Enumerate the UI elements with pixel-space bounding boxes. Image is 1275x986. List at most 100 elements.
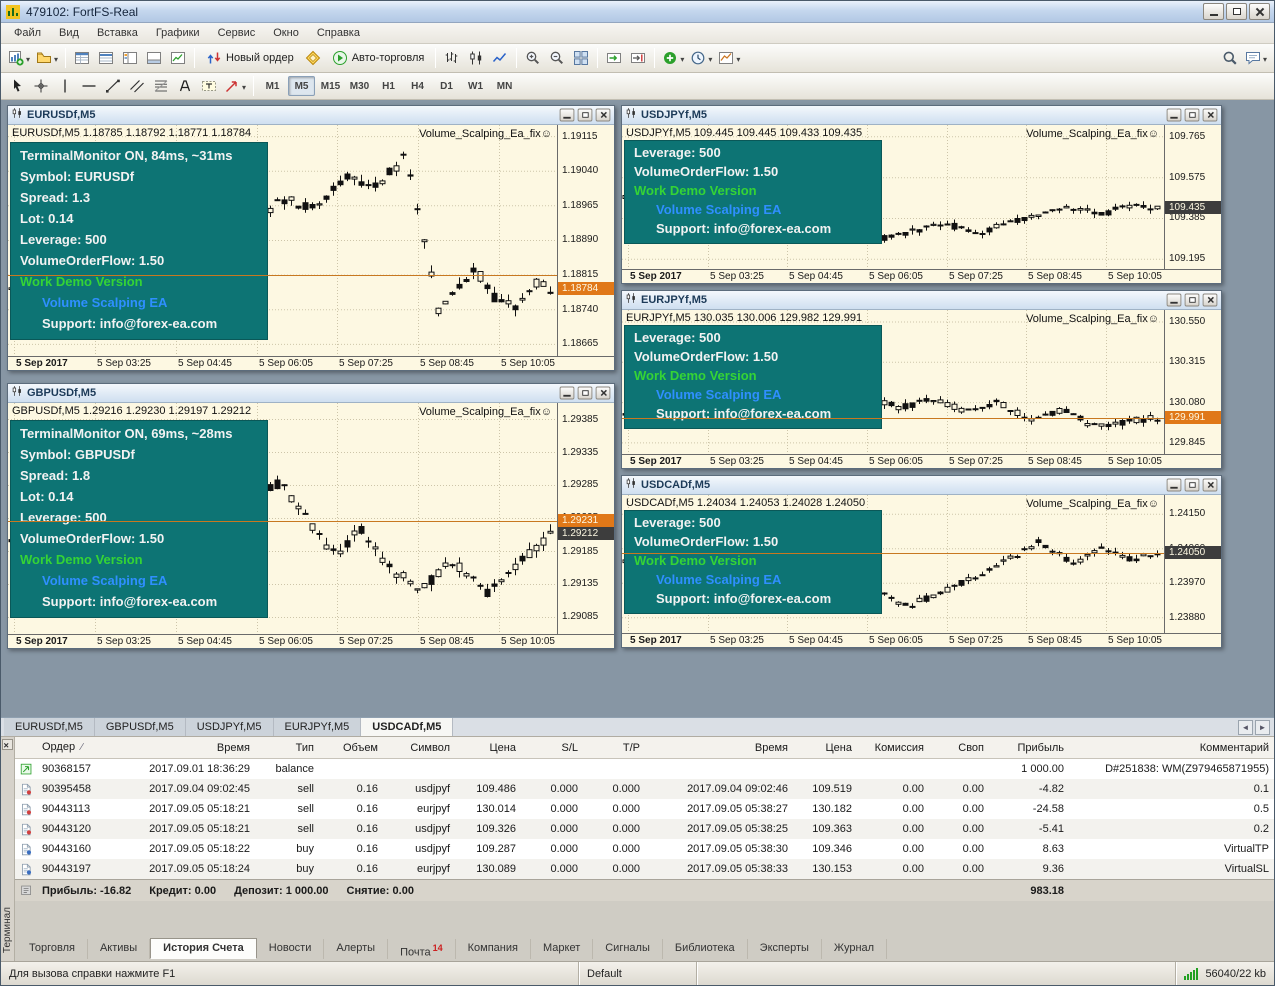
time-scale[interactable]: 5 Sep 2017 5 Sep 03:25 5 Sep 04:45 5 Sep 06… xyxy=(8,634,614,648)
arrows-button[interactable] xyxy=(221,74,249,98)
scroll-left-icon[interactable] xyxy=(1238,719,1253,735)
terminal-tab-11[interactable]: Журнал xyxy=(822,939,888,959)
auto-trading-button[interactable]: Авто-торговля xyxy=(325,46,432,70)
search-button[interactable] xyxy=(1218,46,1242,70)
history-row[interactable]: 90395458 2017.09.04 09:02:45 sell 0.16 usdjp… xyxy=(15,779,1274,799)
navigator-button[interactable] xyxy=(118,46,142,70)
chart-tab-3[interactable]: EURJPYf,M5 xyxy=(273,718,362,736)
chart-close-button[interactable] xyxy=(1202,293,1218,307)
strategy-tester-button[interactable] xyxy=(166,46,190,70)
history-row[interactable]: 90443197 2017.09.05 05:18:24 buy 0.16 eurjpy… xyxy=(15,859,1274,879)
chart-candles-button[interactable] xyxy=(464,46,488,70)
history-row[interactable]: 90443160 2017.09.05 05:18:22 buy 0.16 usdjpy… xyxy=(15,839,1274,859)
chart-shift-button[interactable] xyxy=(626,46,650,70)
chart-restore-button[interactable] xyxy=(1184,108,1200,122)
timeframe-m1[interactable]: M1 xyxy=(259,76,286,96)
data-window-button[interactable] xyxy=(94,46,118,70)
chart-tab-2[interactable]: USDJPYf,M5 xyxy=(185,718,274,736)
horizontal-line-button[interactable] xyxy=(77,74,101,98)
terminal-tab-10[interactable]: Эксперты xyxy=(748,939,822,959)
menu-item-0[interactable]: Файл xyxy=(5,25,50,41)
timeframe-m15[interactable]: M15 xyxy=(317,76,344,96)
chart-minimize-button[interactable] xyxy=(559,108,575,122)
timeframe-m30[interactable]: M30 xyxy=(346,76,373,96)
chart-window-titlebar[interactable]: GBPUSDf,M5 xyxy=(8,384,614,403)
chart-close-button[interactable] xyxy=(1202,108,1218,122)
timeframe-h4[interactable]: H4 xyxy=(404,76,431,96)
chat-button[interactable] xyxy=(1242,46,1270,70)
profiles-button[interactable] xyxy=(33,46,61,70)
history-row[interactable]: 90443113 2017.09.05 05:18:21 sell 0.16 eurjp… xyxy=(15,799,1274,819)
chart-tab-0[interactable]: EURUSDf,M5 xyxy=(4,718,95,736)
status-profile-selector[interactable]: Default xyxy=(579,962,697,985)
timeframe-m5[interactable]: M5 xyxy=(288,76,316,96)
column-header-12[interactable]: Прибыль xyxy=(989,738,1069,758)
price-scale[interactable]: 109.765 109.575 109.385 109.195 109.435 xyxy=(1165,125,1221,269)
metaeditor-button[interactable] xyxy=(301,46,325,70)
terminal-tab-1[interactable]: Активы xyxy=(88,939,151,959)
terminal-tab-6[interactable]: Компания xyxy=(456,939,531,959)
price-scale[interactable]: 1.293851.293351.292851.292351.291851.291… xyxy=(558,403,614,634)
fibonacci-button[interactable] xyxy=(149,74,173,98)
column-header-0[interactable]: Ордер xyxy=(37,737,119,758)
chart-tab-4[interactable]: USDCADf,M5 xyxy=(361,718,454,736)
price-scale[interactable]: 130.550 130.315 130.080 129.845 129.991 xyxy=(1165,310,1221,454)
price-scale[interactable]: 1.241501.240601.239701.238801.24050 xyxy=(1165,495,1221,633)
chart-plot-gbpusd[interactable]: GBPUSDf,M5 1.29216 1.29230 1.29197 1.292… xyxy=(8,403,558,634)
zoom-out-button[interactable] xyxy=(545,46,569,70)
chart-tab-1[interactable]: GBPUSDf,M5 xyxy=(94,718,186,736)
terminal-tab-4[interactable]: Алерты xyxy=(324,939,389,959)
chart-window-titlebar[interactable]: EURUSDf,M5 xyxy=(8,106,614,125)
templates-button[interactable] xyxy=(715,46,743,70)
terminal-tab-3[interactable]: Новости xyxy=(257,939,325,959)
title-bar[interactable]: 479102: FortFS-Real xyxy=(1,1,1274,23)
terminal-tab-8[interactable]: Сигналы xyxy=(593,939,663,959)
column-header-2[interactable]: Тип xyxy=(255,738,319,758)
timeframe-h1[interactable]: H1 xyxy=(375,76,402,96)
column-header-1[interactable]: Время xyxy=(119,738,255,758)
time-scale[interactable]: 5 Sep 2017 5 Sep 03:25 5 Sep 04:45 5 Sep 06… xyxy=(622,269,1221,283)
timeframe-d1[interactable]: D1 xyxy=(433,76,460,96)
chart-plot-usdjpy[interactable]: USDJPYf,M5 109.445 109.445 109.433 109.4… xyxy=(622,125,1165,269)
chart-line-button[interactable] xyxy=(488,46,512,70)
timeframe-w1[interactable]: W1 xyxy=(462,76,489,96)
scroll-right-icon[interactable] xyxy=(1255,719,1270,735)
terminal-tab-5[interactable]: Почта 14 xyxy=(388,939,456,959)
menu-item-2[interactable]: Вставка xyxy=(88,25,147,41)
chart-minimize-button[interactable] xyxy=(559,386,575,400)
timeframe-mn[interactable]: MN xyxy=(491,76,518,96)
chart-restore-button[interactable] xyxy=(1184,293,1200,307)
close-button[interactable] xyxy=(1249,3,1270,20)
indicators-button[interactable] xyxy=(659,46,687,70)
minimize-button[interactable] xyxy=(1203,3,1224,20)
menu-item-4[interactable]: Сервис xyxy=(209,25,265,41)
zoom-in-button[interactable] xyxy=(521,46,545,70)
chart-bars-button[interactable] xyxy=(440,46,464,70)
auto-scroll-button[interactable] xyxy=(602,46,626,70)
restore-button[interactable] xyxy=(1226,3,1247,20)
column-header-6[interactable]: S/L xyxy=(521,738,583,758)
periods-button[interactable] xyxy=(687,46,715,70)
price-scale[interactable]: 1.19115 1.19040 1.18965 1.18890 1.18815 1.187… xyxy=(558,125,614,356)
cursor-button[interactable] xyxy=(5,74,29,98)
new-order-button[interactable]: Новый ордер xyxy=(199,46,301,70)
history-row[interactable]: 90368157 2017.09.01 18:36:29 balance 1 000.… xyxy=(15,759,1274,779)
chart-minimize-button[interactable] xyxy=(1166,108,1182,122)
chart-close-button[interactable] xyxy=(595,386,611,400)
chart-window-titlebar[interactable]: USDJPYf,M5 xyxy=(622,106,1221,125)
chart-minimize-button[interactable] xyxy=(1166,293,1182,307)
time-scale[interactable]: 5 Sep 2017 5 Sep 03:25 5 Sep 04:45 5 Sep 06… xyxy=(8,356,614,370)
chart-restore-button[interactable] xyxy=(577,386,593,400)
terminal-tab-9[interactable]: Библиотека xyxy=(663,939,748,959)
column-header-10[interactable]: Комиссия xyxy=(857,738,929,758)
column-header-11[interactable]: Своп xyxy=(929,738,989,758)
menu-item-3[interactable]: Графики xyxy=(147,25,209,41)
terminal-close-button[interactable] xyxy=(2,739,13,750)
time-scale[interactable]: 5 Sep 2017 5 Sep 03:25 5 Sep 04:45 5 Sep 06… xyxy=(622,633,1221,647)
history-row[interactable]: 90443120 2017.09.05 05:18:21 sell 0.16 usdjp… xyxy=(15,819,1274,839)
chart-plot-usdcad[interactable]: USDCADf,M5 1.24034 1.24053 1.24028 1.240… xyxy=(622,495,1165,633)
market-watch-button[interactable] xyxy=(70,46,94,70)
time-scale[interactable]: 5 Sep 2017 5 Sep 03:25 5 Sep 04:45 5 Sep 06… xyxy=(622,454,1221,468)
chart-close-button[interactable] xyxy=(595,108,611,122)
column-header-5[interactable]: Цена xyxy=(455,738,521,758)
